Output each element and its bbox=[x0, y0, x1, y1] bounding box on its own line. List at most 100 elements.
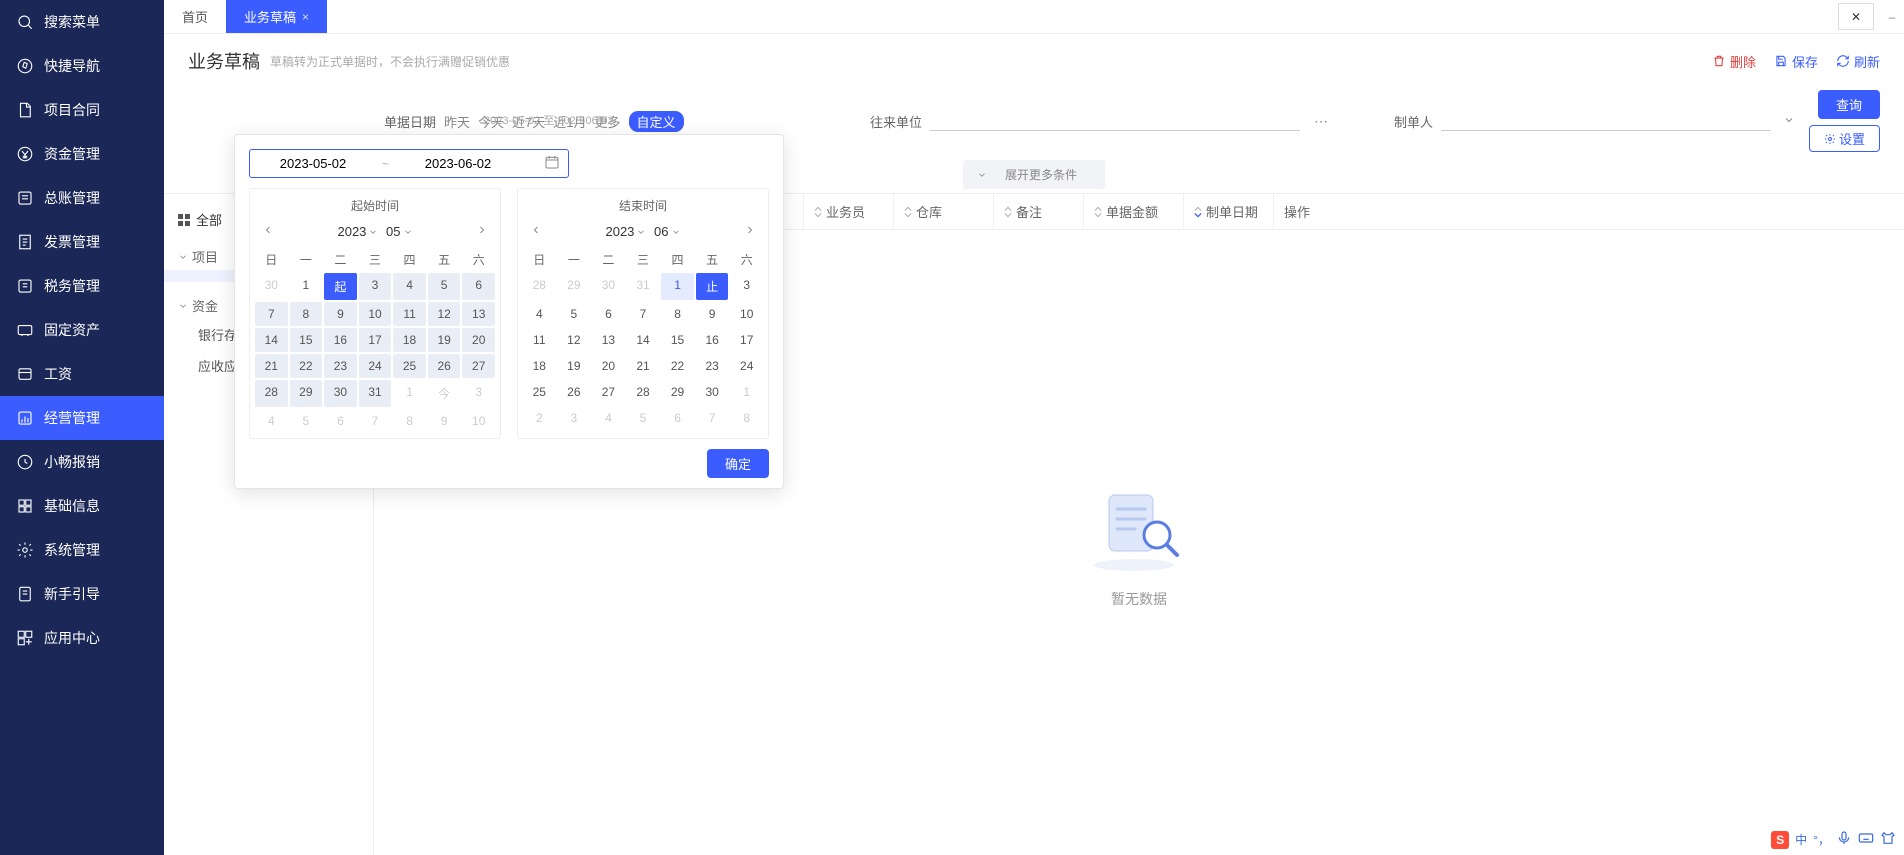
day-cell[interactable]: 29 bbox=[290, 380, 323, 407]
next-month-button[interactable] bbox=[474, 222, 490, 241]
day-cell[interactable]: 17 bbox=[730, 328, 763, 352]
day-cell[interactable]: 28 bbox=[523, 273, 556, 300]
date-quick-custom[interactable]: 自定义 bbox=[629, 111, 684, 132]
sidebar-item-4[interactable]: 总账管理 bbox=[0, 176, 164, 220]
day-cell[interactable]: 7 bbox=[627, 302, 660, 326]
ime-mic-icon[interactable] bbox=[1836, 830, 1852, 849]
day-cell[interactable]: 30 bbox=[324, 380, 357, 407]
day-cell[interactable]: 24 bbox=[359, 354, 392, 378]
date-end-input[interactable] bbox=[403, 156, 513, 171]
delete-button[interactable]: 删除 bbox=[1712, 52, 1756, 71]
day-cell[interactable]: 28 bbox=[627, 380, 660, 404]
day-cell[interactable]: 10 bbox=[359, 302, 392, 326]
day-cell[interactable]: 止 bbox=[696, 273, 729, 300]
date-quick-yesterday[interactable]: 昨天 bbox=[444, 112, 470, 131]
day-cell[interactable]: 1 bbox=[661, 273, 694, 300]
day-cell[interactable]: 6 bbox=[661, 406, 694, 430]
day-cell[interactable]: 23 bbox=[696, 354, 729, 378]
close-icon[interactable]: × bbox=[302, 10, 309, 24]
day-cell[interactable]: 21 bbox=[255, 354, 288, 378]
day-cell[interactable]: 14 bbox=[255, 328, 288, 352]
day-cell[interactable]: 12 bbox=[428, 302, 461, 326]
day-cell[interactable]: 今 bbox=[428, 380, 461, 407]
day-cell[interactable]: 13 bbox=[462, 302, 495, 326]
sidebar-item-0[interactable]: 搜索菜单 bbox=[0, 0, 164, 44]
sidebar-item-1[interactable]: 快捷导航 bbox=[0, 44, 164, 88]
day-cell[interactable]: 1 bbox=[730, 380, 763, 404]
day-cell[interactable]: 26 bbox=[558, 380, 591, 404]
day-cell[interactable]: 11 bbox=[523, 328, 556, 352]
day-cell[interactable]: 25 bbox=[523, 380, 556, 404]
day-cell[interactable]: 7 bbox=[359, 409, 392, 433]
sidebar-item-6[interactable]: 税务管理 bbox=[0, 264, 164, 308]
sidebar-item-12[interactable]: 系统管理 bbox=[0, 528, 164, 572]
day-cell[interactable]: 2 bbox=[523, 406, 556, 430]
partner-input[interactable] bbox=[930, 111, 1300, 131]
sidebar-item-14[interactable]: 应用中心 bbox=[0, 616, 164, 660]
day-cell[interactable]: 3 bbox=[730, 273, 763, 300]
sidebar-item-10[interactable]: 小畅报销 bbox=[0, 440, 164, 484]
day-cell[interactable]: 27 bbox=[462, 354, 495, 378]
sidebar-item-2[interactable]: 项目合同 bbox=[0, 88, 164, 132]
day-cell[interactable]: 4 bbox=[592, 406, 625, 430]
day-cell[interactable]: 27 bbox=[592, 380, 625, 404]
chevron-down-icon[interactable] bbox=[1779, 114, 1799, 129]
day-cell[interactable]: 10 bbox=[730, 302, 763, 326]
day-cell[interactable]: 18 bbox=[393, 328, 426, 352]
sidebar-item-3[interactable]: 资金管理 bbox=[0, 132, 164, 176]
day-cell[interactable]: 8 bbox=[730, 406, 763, 430]
window-min-icon[interactable]: – bbox=[1880, 0, 1904, 33]
col-amount[interactable]: 单据金额 bbox=[1084, 194, 1184, 229]
window-close-button[interactable]: ✕ bbox=[1838, 3, 1874, 30]
col-remark[interactable]: 备注 bbox=[994, 194, 1084, 229]
save-button[interactable]: 保存 bbox=[1774, 52, 1818, 71]
day-cell[interactable]: 4 bbox=[393, 273, 426, 300]
date-confirm-button[interactable]: 确定 bbox=[707, 449, 769, 478]
day-cell[interactable]: 19 bbox=[428, 328, 461, 352]
day-cell[interactable]: 3 bbox=[359, 273, 392, 300]
day-cell[interactable]: 25 bbox=[393, 354, 426, 378]
day-cell[interactable]: 5 bbox=[558, 302, 591, 326]
day-cell[interactable]: 18 bbox=[523, 354, 556, 378]
sidebar-item-9[interactable]: 经营管理 bbox=[0, 396, 164, 440]
partner-lookup-icon[interactable]: ⋯ bbox=[1308, 113, 1334, 130]
ime-skin-icon[interactable] bbox=[1880, 830, 1896, 849]
day-cell[interactable]: 16 bbox=[324, 328, 357, 352]
prev-month-button[interactable] bbox=[260, 222, 276, 241]
day-cell[interactable]: 1 bbox=[393, 380, 426, 407]
day-cell[interactable]: 21 bbox=[627, 354, 660, 378]
ime-logo-icon[interactable]: S bbox=[1771, 831, 1789, 849]
day-cell[interactable]: 3 bbox=[558, 406, 591, 430]
maker-input[interactable] bbox=[1441, 111, 1771, 131]
day-cell[interactable]: 22 bbox=[290, 354, 323, 378]
day-cell[interactable]: 23 bbox=[324, 354, 357, 378]
day-cell[interactable]: 22 bbox=[661, 354, 694, 378]
day-cell[interactable]: 31 bbox=[627, 273, 660, 300]
ime-lang[interactable]: 中 bbox=[1795, 831, 1807, 848]
day-cell[interactable]: 14 bbox=[627, 328, 660, 352]
day-cell[interactable]: 4 bbox=[523, 302, 556, 326]
sidebar-item-13[interactable]: 新手引导 bbox=[0, 572, 164, 616]
day-cell[interactable]: 7 bbox=[696, 406, 729, 430]
day-cell[interactable]: 28 bbox=[255, 380, 288, 407]
day-cell[interactable]: 8 bbox=[290, 302, 323, 326]
col-warehouse[interactable]: 仓库 bbox=[894, 194, 994, 229]
col-salesman[interactable]: 业务员 bbox=[804, 194, 894, 229]
date-start-input[interactable] bbox=[258, 156, 368, 171]
sidebar-item-5[interactable]: 发票管理 bbox=[0, 220, 164, 264]
day-cell[interactable]: 5 bbox=[428, 273, 461, 300]
next-month-button[interactable] bbox=[742, 222, 758, 241]
day-cell[interactable]: 30 bbox=[592, 273, 625, 300]
day-cell[interactable]: 4 bbox=[255, 409, 288, 433]
day-cell[interactable]: 12 bbox=[558, 328, 591, 352]
day-cell[interactable]: 30 bbox=[696, 380, 729, 404]
day-cell[interactable]: 1 bbox=[290, 273, 323, 300]
day-cell[interactable]: 20 bbox=[592, 354, 625, 378]
day-cell[interactable]: 起 bbox=[324, 273, 357, 300]
day-cell[interactable]: 15 bbox=[661, 328, 694, 352]
day-cell[interactable]: 8 bbox=[393, 409, 426, 433]
day-cell[interactable]: 5 bbox=[290, 409, 323, 433]
day-cell[interactable]: 17 bbox=[359, 328, 392, 352]
day-cell[interactable]: 13 bbox=[592, 328, 625, 352]
day-cell[interactable]: 30 bbox=[255, 273, 288, 300]
